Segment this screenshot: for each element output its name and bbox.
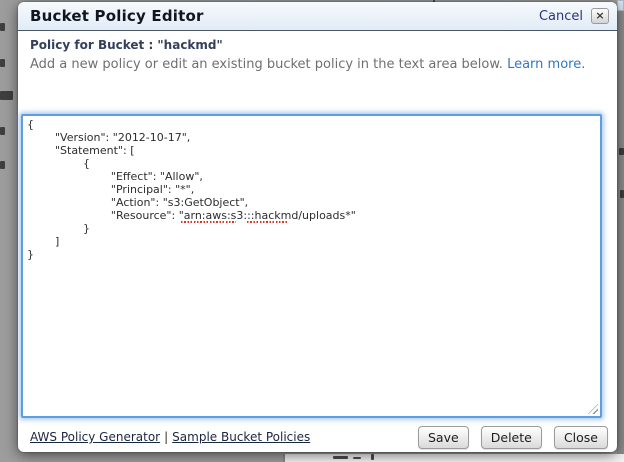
backdrop-page-corner <box>617 0 624 11</box>
save-button[interactable]: Save <box>418 426 469 449</box>
backdrop-fragment <box>0 161 5 169</box>
bucket-policy-editor-dialog: Bucket Policy Editor Cancel × Policy for… <box>18 2 617 452</box>
footer-buttons: Save Delete Close <box>411 426 608 449</box>
backdrop-fragment <box>0 59 5 67</box>
backdrop-fragment <box>0 91 13 100</box>
close-x-icon[interactable]: × <box>591 8 609 24</box>
dialog-footer: AWS Policy Generator | Sample Bucket Polic… <box>30 425 608 449</box>
policy-for-bucket-label: Policy for Bucket : "hackmd" <box>30 38 223 52</box>
link-separator: | <box>164 430 168 444</box>
backdrop-fragment <box>620 190 624 198</box>
close-button[interactable]: Close <box>554 426 608 449</box>
backdrop-fragment <box>0 127 5 135</box>
backdrop-fragment <box>619 148 624 155</box>
footer-links: AWS Policy Generator | Sample Bucket Polic… <box>30 430 310 444</box>
spellcheck-underline <box>181 221 236 223</box>
dialog-title: Bucket Policy Editor <box>30 7 539 25</box>
backdrop-fragment <box>353 457 361 459</box>
backdrop-fragment <box>371 454 374 460</box>
spellcheck-underline <box>247 221 288 223</box>
dialog-header: Bucket Policy Editor Cancel × <box>18 2 617 31</box>
learn-more-link[interactable]: Learn more. <box>507 57 585 72</box>
resize-handle-icon[interactable] <box>588 404 598 414</box>
policy-textarea[interactable]: { "Version": "2012-10-17", "Statement": … <box>21 114 602 418</box>
delete-button[interactable]: Delete <box>481 426 542 449</box>
backdrop-right-strip <box>617 0 624 462</box>
policy-json-text: { "Version": "2012-10-17", "Statement": … <box>23 116 600 263</box>
description-body: Add a new policy or edit an existing buc… <box>30 57 503 72</box>
backdrop-table-divider <box>283 454 285 462</box>
backdrop-fragment <box>0 23 5 31</box>
aws-policy-generator-link[interactable]: AWS Policy Generator <box>30 430 160 444</box>
cancel-link[interactable]: Cancel <box>539 9 583 24</box>
description-text: Add a new policy or edit an existing buc… <box>30 57 603 72</box>
screen: Bucket Policy Editor Cancel × Policy for… <box>0 0 624 462</box>
backdrop-fragment <box>333 456 348 459</box>
sample-bucket-policies-link[interactable]: Sample Bucket Policies <box>172 430 310 444</box>
